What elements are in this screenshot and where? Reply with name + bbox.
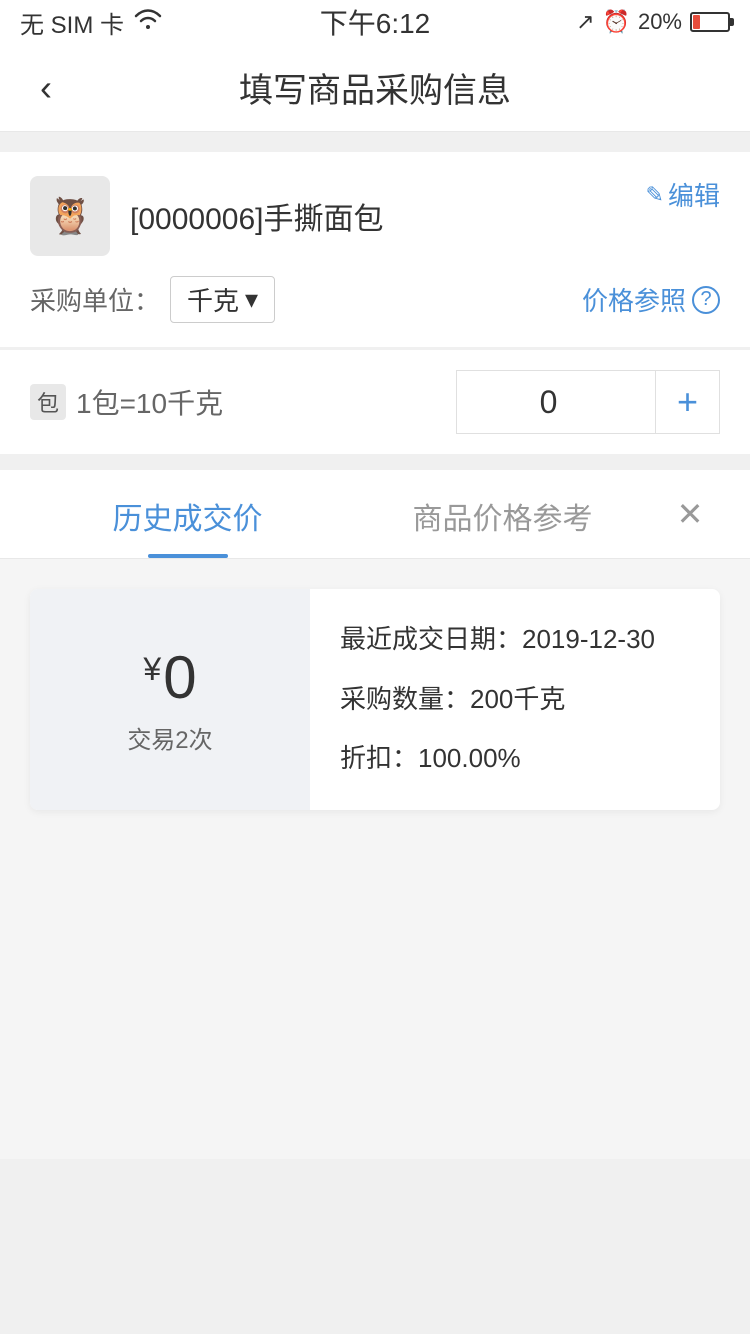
help-icon: ?: [692, 286, 720, 314]
plus-icon: +: [677, 381, 698, 423]
unit-value: 千克: [187, 281, 239, 318]
status-left: 无 SIM 卡: [20, 5, 162, 40]
price-ref-button[interactable]: 价格参照 ?: [582, 281, 720, 318]
unit-description: 1包=10千克: [76, 382, 223, 422]
battery-icon: [690, 12, 730, 32]
battery-percentage: 20%: [638, 9, 682, 35]
edit-icon: ✎: [646, 182, 664, 208]
location-icon: ↗: [576, 9, 594, 35]
recent-date-value: 2019-12-30: [522, 624, 655, 654]
tab-history-price[interactable]: 历史成交价: [30, 470, 345, 558]
recent-date-label: 最近成交日期：: [340, 624, 522, 654]
transaction-count: 交易2次: [127, 720, 212, 755]
unit-select[interactable]: 千克 ▾: [170, 276, 275, 323]
tab-close-button[interactable]: ✕: [660, 484, 720, 544]
quantity-unit-info: 包 1包=10千克: [30, 382, 223, 422]
discount-value: 100.00%: [418, 743, 521, 773]
price-ref-label: 价格参照: [582, 281, 686, 318]
close-icon: ✕: [677, 495, 704, 533]
unit-box: 包: [30, 384, 66, 420]
quantity-plus-button[interactable]: +: [656, 370, 720, 434]
edit-label: 编辑: [668, 176, 720, 213]
transaction-details: 最近成交日期：2019-12-30 采购数量：200千克 折扣：100.00%: [310, 589, 720, 810]
currency-symbol: ¥: [143, 651, 161, 688]
tab-price-ref-label: 商品价格参考: [413, 503, 593, 536]
carrier-text: 无 SIM 卡: [20, 5, 124, 40]
unit-label: 采购单位： 千克 ▾: [30, 276, 275, 323]
quantity-value: 200千克: [470, 684, 565, 714]
product-image-placeholder: 🦉: [48, 195, 93, 237]
discount-row: 折扣：100.00%: [340, 738, 690, 780]
tab-product-price-ref[interactable]: 商品价格参考: [345, 470, 660, 558]
edit-button[interactable]: ✎ 编辑: [646, 176, 720, 213]
nav-bar: ‹ 填写商品采购信息: [0, 44, 750, 132]
transaction-price: ¥ 0: [143, 643, 196, 712]
content-area: ¥ 0 交易2次 最近成交日期：2019-12-30 采购数量：200千克 折扣…: [0, 559, 750, 1159]
quantity-label: 采购数量：: [340, 684, 470, 714]
product-info: [0000006]手撕面包: [130, 194, 383, 238]
transaction-card: ¥ 0 交易2次 最近成交日期：2019-12-30 采购数量：200千克 折扣…: [30, 589, 720, 810]
product-name: [0000006]手撕面包: [130, 194, 383, 238]
product-left: 🦉 [0000006]手撕面包: [30, 176, 383, 256]
wifi-icon: [134, 8, 162, 36]
status-right: ↗ ⏰ 20%: [576, 9, 730, 35]
page-title: 填写商品采购信息: [239, 63, 511, 112]
unit-short: 包: [37, 386, 59, 418]
alarm-icon: ⏰: [603, 9, 630, 35]
tab-bar: 历史成交价 商品价格参考 ✕: [0, 470, 750, 559]
product-thumbnail: 🦉: [30, 176, 110, 256]
recent-date-row: 最近成交日期：2019-12-30: [340, 619, 690, 661]
back-button[interactable]: ‹: [30, 57, 62, 119]
product-card: 🦉 [0000006]手撕面包 ✎ 编辑 采购单位： 千克 ▾ 价格参照 ?: [0, 152, 750, 347]
status-time: 下午6:12: [320, 2, 431, 42]
dropdown-icon: ▾: [245, 284, 258, 315]
quantity-row-detail: 采购数量：200千克: [340, 679, 690, 721]
product-header: 🦉 [0000006]手撕面包 ✎ 编辑: [30, 176, 720, 256]
quantity-controls: +: [456, 370, 720, 434]
quantity-input[interactable]: [456, 370, 656, 434]
quantity-row: 包 1包=10千克 +: [0, 349, 750, 454]
price-value: 0: [163, 643, 196, 712]
product-meta: 采购单位： 千克 ▾ 价格参照 ?: [30, 276, 720, 323]
unit-label-text: 采购单位：: [30, 281, 160, 318]
status-bar: 无 SIM 卡 下午6:12 ↗ ⏰ 20%: [0, 0, 750, 44]
discount-label: 折扣：: [340, 743, 418, 773]
tab-history-label: 历史成交价: [113, 503, 263, 536]
product-code: [0000006]: [130, 203, 263, 236]
product-name-text: 手撕面包: [263, 203, 383, 236]
transaction-price-section: ¥ 0 交易2次: [30, 589, 310, 810]
